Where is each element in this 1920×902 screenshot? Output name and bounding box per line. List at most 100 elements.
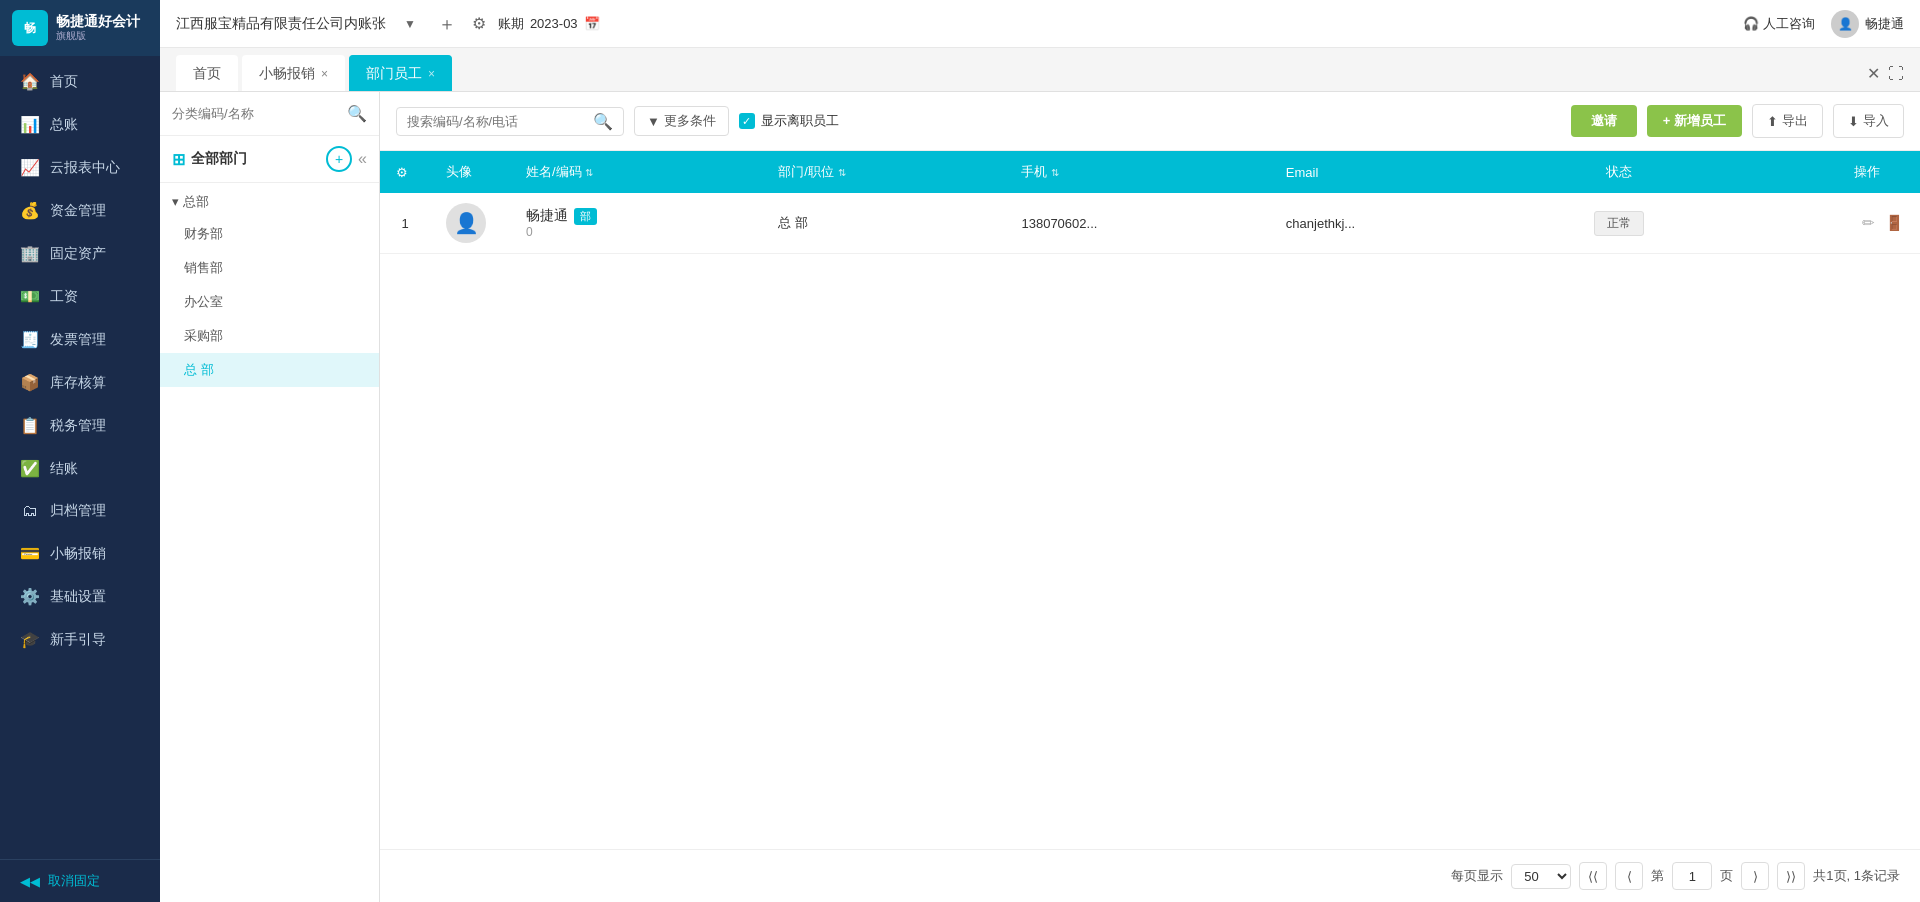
tab-home[interactable]: 首页	[176, 55, 238, 91]
pin-icon: ◀◀	[20, 874, 40, 889]
dept-item-finance[interactable]: 财务部	[160, 217, 379, 251]
sidebar-item-payroll[interactable]: 💵 工资	[0, 275, 160, 318]
topbar: 江西服宝精品有限责任公司内账张 ▼ ＋ ⚙ 账期 2023-03 📅 🎧 人工咨…	[160, 0, 1920, 48]
sidebar-item-assets[interactable]: 🏢 固定资产	[0, 232, 160, 275]
tab-department-close[interactable]: ×	[428, 67, 435, 81]
tab-department[interactable]: 部门员工 ×	[349, 55, 452, 91]
avatar: 👤	[446, 203, 486, 243]
add-employee-btn[interactable]: + 新增员工	[1647, 105, 1742, 137]
employee-table-wrap: ⚙ 头像 姓名/编码 ⇅ 部门/职位 ⇅	[380, 151, 1920, 849]
show-resigned-label: 显示离职员工	[761, 112, 839, 130]
dept-collapse-btn[interactable]: «	[358, 150, 367, 168]
sidebar-item-home[interactable]: 🏠 首页	[0, 60, 160, 103]
first-page-btn[interactable]: ⟨⟨	[1579, 862, 1607, 890]
sidebar-item-guide[interactable]: 🎓 新手引导	[0, 618, 160, 661]
sidebar-item-ledger[interactable]: 📊 总账	[0, 103, 160, 146]
reports-icon: 📈	[20, 158, 40, 177]
sidebar-label-archive: 归档管理	[50, 502, 106, 520]
dept-header-left: ⊞ 全部部门	[172, 150, 247, 169]
dept-actions: + «	[326, 146, 367, 172]
user-info[interactable]: 👤 畅捷通	[1831, 10, 1904, 38]
tab-expense[interactable]: 小畅报销 ×	[242, 55, 345, 91]
tab-close-icon-btn[interactable]: ✕	[1867, 64, 1880, 83]
assets-icon: 🏢	[20, 244, 40, 263]
cancel-pin-btn[interactable]: ◀◀ 取消固定	[0, 859, 160, 902]
col-dept-label: 部门/职位	[778, 164, 834, 179]
total-label: 共1页, 1条记录	[1813, 867, 1900, 885]
show-resigned-checkbox[interactable]: ✓	[739, 113, 755, 129]
table-body: 1 👤 畅捷通 部	[380, 193, 1920, 254]
expense-icon: 💳	[20, 544, 40, 563]
sidebar-item-funds[interactable]: 💰 资金管理	[0, 189, 160, 232]
sidebar-label-invoice: 发票管理	[50, 331, 106, 349]
col-dept[interactable]: 部门/职位 ⇅	[762, 151, 1005, 193]
search-input[interactable]	[407, 114, 587, 129]
company-dropdown-btn[interactable]: ▼	[398, 15, 422, 33]
dept-item-general[interactable]: 总 部	[160, 353, 379, 387]
show-resigned[interactable]: ✓ 显示离职员工	[739, 112, 839, 130]
sidebar-label-tax: 税务管理	[50, 417, 106, 435]
tab-expand-icon-btn[interactable]: ⛶	[1888, 65, 1904, 83]
dept-search-input[interactable]	[172, 106, 341, 121]
emp-code: 0	[526, 225, 746, 239]
prev-page-btn[interactable]: ⟨	[1615, 862, 1643, 890]
page-input[interactable]	[1672, 862, 1712, 890]
filter-btn[interactable]: ▼ 更多条件	[634, 106, 729, 136]
dept-search-btn[interactable]: 🔍	[347, 104, 367, 123]
invite-btn[interactable]: 邀请	[1571, 105, 1637, 137]
cell-name: 畅捷通 部 0	[510, 193, 762, 254]
tax-icon: 📋	[20, 416, 40, 435]
next-page-btn[interactable]: ⟩	[1741, 862, 1769, 890]
sidebar-item-reports[interactable]: 📈 云报表中心	[0, 146, 160, 189]
sidebar-item-settings[interactable]: ⚙️ 基础设置	[0, 575, 160, 618]
edit-btn[interactable]: ✏	[1862, 214, 1875, 232]
dept-item-purchase[interactable]: 采购部	[160, 319, 379, 353]
sidebar-item-archive[interactable]: 🗂 归档管理	[0, 490, 160, 532]
sidebar-item-invoice[interactable]: 🧾 发票管理	[0, 318, 160, 361]
cell-status: 正常	[1518, 193, 1719, 254]
invoice-icon: 🧾	[20, 330, 40, 349]
col-action-label: 操作	[1854, 164, 1880, 179]
per-page-select[interactable]: 50 100 200	[1511, 864, 1571, 889]
export-btn[interactable]: ⬆ 导出	[1752, 104, 1823, 138]
col-status: 状态	[1518, 151, 1719, 193]
service-btn[interactable]: 🎧 人工咨询	[1743, 15, 1815, 33]
col-email: Email	[1270, 151, 1518, 193]
export-icon: ⬆	[1767, 114, 1778, 129]
sidebar-label-home: 首页	[50, 73, 78, 91]
sidebar-item-closing[interactable]: ✅ 结账	[0, 447, 160, 490]
dept-grid-icon: ⊞	[172, 150, 185, 169]
sidebar-logo: 畅 畅捷通好会计 旗舰版	[0, 0, 160, 56]
add-company-btn[interactable]: ＋	[434, 10, 460, 38]
col-avatar: 头像	[430, 151, 510, 193]
col-name[interactable]: 姓名/编码 ⇅	[510, 151, 762, 193]
funds-icon: 💰	[20, 201, 40, 220]
sidebar-label-assets: 固定资产	[50, 245, 106, 263]
gear-header-icon[interactable]: ⚙	[396, 165, 408, 180]
sidebar-item-inventory[interactable]: 📦 库存核算	[0, 361, 160, 404]
sidebar-item-expense[interactable]: 💳 小畅报销	[0, 532, 160, 575]
topbar-right: 🎧 人工咨询 👤 畅捷通	[1743, 10, 1904, 38]
dept-item-office[interactable]: 办公室	[160, 285, 379, 319]
col-phone[interactable]: 手机 ⇅	[1005, 151, 1269, 193]
tabbar: 首页 小畅报销 × 部门员工 × ✕ ⛶	[160, 48, 1920, 92]
sidebar-label-payroll: 工资	[50, 288, 78, 306]
search-bar: 🔍	[396, 107, 624, 136]
sidebar-label-closing: 结账	[50, 460, 78, 478]
sidebar-label-settings: 基础设置	[50, 588, 106, 606]
pagination: 每页显示 50 100 200 ⟨⟨ ⟨ 第 页 ⟩ ⟩⟩ 共1页, 1条记录	[380, 849, 1920, 902]
tab-expense-close[interactable]: ×	[321, 67, 328, 81]
settings-btn[interactable]: ⚙	[472, 14, 486, 33]
sidebar-label-funds: 资金管理	[50, 202, 106, 220]
dept-add-btn[interactable]: +	[326, 146, 352, 172]
closing-icon: ✅	[20, 459, 40, 478]
last-page-btn[interactable]: ⟩⟩	[1777, 862, 1805, 890]
leave-btn[interactable]: 🚪	[1885, 214, 1904, 232]
company-name: 江西服宝精品有限责任公司内账张	[176, 15, 386, 33]
per-page-label: 每页显示	[1451, 867, 1503, 885]
sidebar-item-tax[interactable]: 📋 税务管理	[0, 404, 160, 447]
import-btn[interactable]: ⬇ 导入	[1833, 104, 1904, 138]
sidebar-label-reports: 云报表中心	[50, 159, 120, 177]
dept-item-sales[interactable]: 销售部	[160, 251, 379, 285]
import-icon: ⬇	[1848, 114, 1859, 129]
